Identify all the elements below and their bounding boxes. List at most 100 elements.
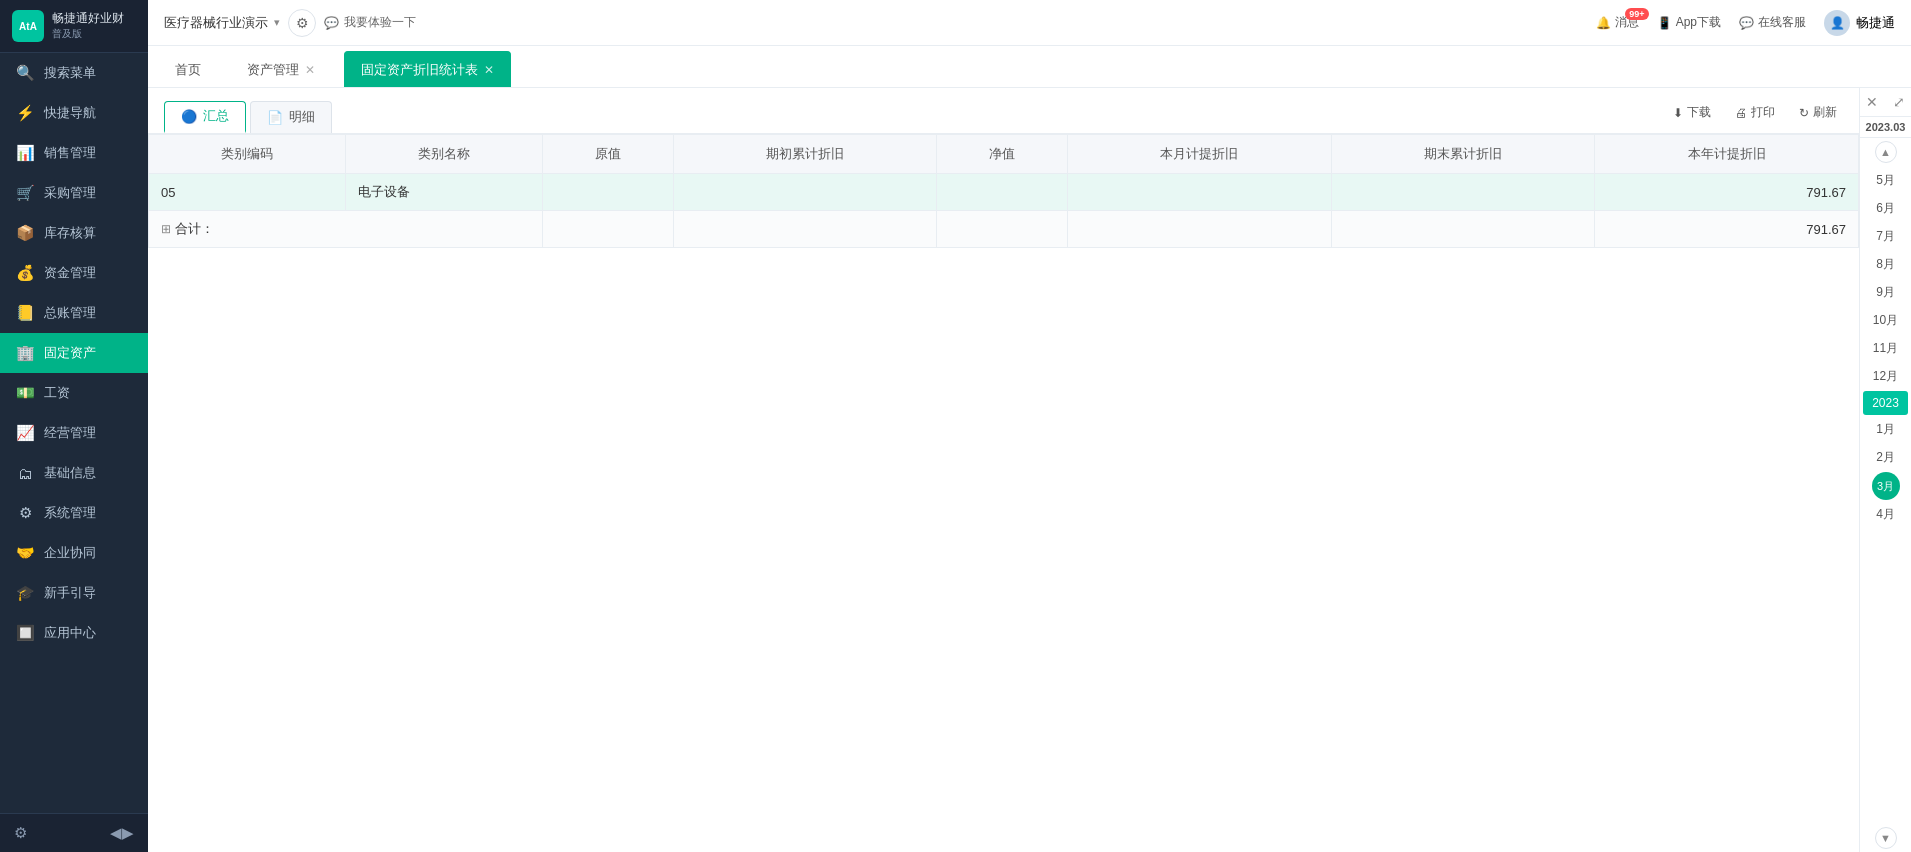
month-item[interactable]: 8月: [1863, 251, 1908, 278]
sidebar-item-purchase[interactable]: 🛒采购管理: [0, 173, 148, 213]
sidebar-item-cooperation[interactable]: 🤝企业协同: [0, 533, 148, 573]
system-icon: ⚙: [16, 504, 34, 522]
table-cell: [937, 174, 1068, 211]
download-label: App下载: [1676, 14, 1721, 31]
month-item[interactable]: 1月: [1863, 416, 1908, 443]
tab-home[interactable]: 首页: [158, 51, 218, 87]
table-cell: [673, 174, 937, 211]
sales-icon: 📊: [16, 144, 34, 162]
month-item[interactable]: 6月: [1863, 195, 1908, 222]
sidebar-item-apps[interactable]: 🔲应用中心: [0, 613, 148, 653]
total-cell: [937, 211, 1068, 248]
panel-close-button[interactable]: ✕: [1866, 94, 1878, 110]
username: 畅捷通: [1856, 14, 1895, 32]
topbar-gear-button[interactable]: ⚙: [288, 9, 316, 37]
sidebar-label-system: 系统管理: [44, 504, 96, 522]
service-label: 在线客服: [1758, 14, 1806, 31]
total-cell: [1067, 211, 1331, 248]
sidebar-item-system[interactable]: ⚙ 系统管理: [0, 493, 148, 533]
panel-expand-button[interactable]: ⤢: [1893, 94, 1905, 110]
operation-icon: 📈: [16, 424, 34, 442]
table-body: 05电子设备791.67⊞合计：791.67: [149, 174, 1859, 248]
sidebar-item-fixed_assets[interactable]: 🏢固定资产: [0, 333, 148, 373]
experience-icon: 💬: [324, 16, 339, 30]
table-cell: 05: [149, 174, 346, 211]
total-cell: [1331, 211, 1595, 248]
panel-nav-up-button[interactable]: ▲: [1875, 141, 1897, 163]
sidebar-item-payroll[interactable]: 💵工资: [0, 373, 148, 413]
month-item[interactable]: 9月: [1863, 279, 1908, 306]
finance-icon: 💰: [16, 264, 34, 282]
main-area: 医疗器械行业演示 ▾ ⚙ 💬 我要体验一下 🔔 消息 99+ 📱 App下载 💬…: [148, 0, 1911, 852]
tab-depreciation[interactable]: 固定资产折旧统计表 ✕: [344, 51, 511, 87]
sub-tab-label-detail: 明细: [289, 108, 315, 126]
col-header: 期末累计折旧: [1331, 135, 1595, 174]
app-download-button[interactable]: 📱 App下载: [1657, 14, 1721, 31]
sidebar-label-search: 搜索菜单: [44, 64, 96, 82]
month-item[interactable]: 7月: [1863, 223, 1908, 250]
col-header: 期初累计折旧: [673, 135, 937, 174]
sidebar-item-ledger[interactable]: 📒总账管理: [0, 293, 148, 333]
refresh-button[interactable]: ↻ 刷新: [1793, 100, 1843, 125]
collapse-icon[interactable]: ◀▶: [110, 824, 134, 842]
topbar-right: 🔔 消息 99+ 📱 App下载 💬 在线客服 👤 畅捷通: [1596, 10, 1895, 36]
table-row: 05电子设备791.67: [149, 174, 1859, 211]
chevron-down-icon: ▾: [274, 16, 280, 29]
logo-text: 畅捷通好业财: [52, 11, 124, 27]
company-selector[interactable]: 医疗器械行业演示 ▾: [164, 14, 280, 32]
print-button[interactable]: 🖨 打印: [1729, 100, 1781, 125]
ledger-icon: 📒: [16, 304, 34, 322]
basic-icon: 🗂: [16, 464, 34, 482]
user-menu[interactable]: 👤 畅捷通: [1824, 10, 1895, 36]
logo-sub: 普及版: [52, 27, 124, 41]
guide-icon: 🎓: [16, 584, 34, 602]
month-item[interactable]: 5月: [1863, 167, 1908, 194]
month-item[interactable]: 2月: [1863, 444, 1908, 471]
year-group: 20231月2月3月4月: [1860, 391, 1911, 528]
experience-button[interactable]: 💬 我要体验一下: [324, 14, 416, 31]
panel-nav-down-button[interactable]: ▼: [1875, 827, 1897, 849]
table-header: 类别编码类别名称原值期初累计折旧净值本月计提折旧期末累计折旧本年计提折旧: [149, 135, 1859, 174]
message-button[interactable]: 🔔 消息 99+: [1596, 14, 1639, 31]
sidebar-item-inventory[interactable]: 📦库存核算: [0, 213, 148, 253]
sidebar-item-sales[interactable]: 📊 销售管理: [0, 133, 148, 173]
download-action-label: 下载: [1687, 104, 1711, 121]
message-icon: 🔔: [1596, 16, 1611, 30]
detail-icon: 📄: [267, 110, 283, 125]
sidebar-label-sales: 销售管理: [44, 144, 96, 162]
year-label-item[interactable]: 2023: [1863, 391, 1908, 415]
sidebar-item-operation[interactable]: 📈 经营管理: [0, 413, 148, 453]
sub-tab-detail[interactable]: 📄 明细: [250, 101, 332, 133]
month-item[interactable]: 4月: [1863, 501, 1908, 528]
panel-date-label: 2023.03: [1860, 117, 1911, 138]
month-item[interactable]: 12月: [1863, 363, 1908, 390]
search-icon: 🔍: [16, 64, 34, 82]
tab-assets[interactable]: 资产管理✕: [230, 51, 332, 87]
month-item[interactable]: 3月: [1872, 472, 1900, 500]
month-item[interactable]: 11月: [1863, 335, 1908, 362]
month-item[interactable]: 10月: [1863, 307, 1908, 334]
sub-tab-summary[interactable]: 🔵汇总: [164, 101, 246, 133]
cooperation-icon: 🤝: [16, 544, 34, 562]
sidebar-item-search[interactable]: 🔍 搜索菜单: [0, 53, 148, 93]
right-panel-header: ✕ ⤢: [1860, 88, 1911, 117]
settings-bottom-icon[interactable]: ⚙: [14, 824, 27, 842]
sidebar-item-finance[interactable]: 💰 资金管理: [0, 253, 148, 293]
download-button[interactable]: ⬇ 下载: [1667, 100, 1717, 125]
sidebar-scroll: 🔍 搜索菜单 ⚡快捷导航 📊 销售管理 🛒采购管理📦库存核算 💰 资金管理 📒总账管理🏢固定资产…: [0, 53, 148, 813]
tab-close-assets[interactable]: ✕: [305, 63, 315, 77]
sidebar-item-basic[interactable]: 🗂基础信息: [0, 453, 148, 493]
sidebar-item-quicknav[interactable]: ⚡快捷导航: [0, 93, 148, 133]
tab-label-depreciation: 固定资产折旧统计表: [361, 61, 478, 79]
tab-close-depreciation[interactable]: ✕: [484, 63, 494, 77]
inventory-icon: 📦: [16, 224, 34, 242]
online-service-button[interactable]: 💬 在线客服: [1739, 14, 1806, 31]
total-icon: ⊞: [161, 222, 171, 236]
sidebar-label-finance: 资金管理: [44, 264, 96, 282]
sidebar-item-guide[interactable]: 🎓新手引导: [0, 573, 148, 613]
payroll-icon: 💵: [16, 384, 34, 402]
sidebar-label-fixed_assets: 固定资产: [44, 344, 96, 362]
content-main: 🔵汇总 📄 明细 ⬇ 下载 🖨 打印 ↻ 刷新: [148, 88, 1859, 852]
refresh-icon: ↻: [1799, 106, 1809, 120]
sidebar-label-operation: 经营管理: [44, 424, 96, 442]
